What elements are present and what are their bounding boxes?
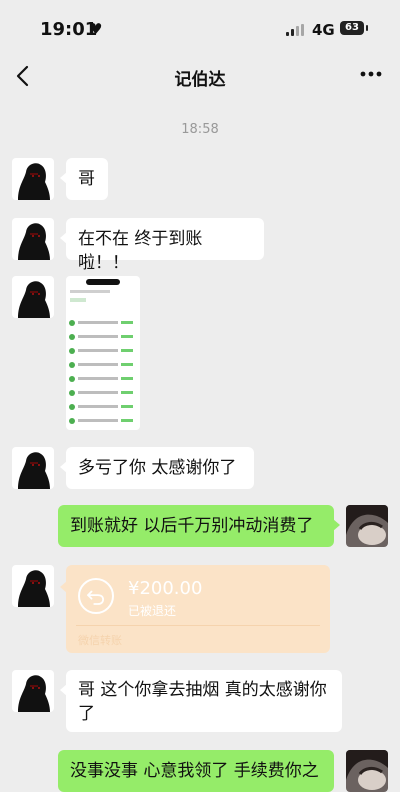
screenshot-row — [69, 346, 137, 356]
message-text: 哥 — [78, 169, 95, 189]
chat-timestamp: 18:58 — [181, 122, 219, 137]
transfer-status: 已被退还 — [128, 604, 177, 618]
message-bubble: 哥 这个你拿去抽烟 真的太感谢你了 — [60, 670, 342, 732]
contact-avatar[interactable] — [12, 670, 54, 712]
status-bar: 19:01 ♥ 4G 63 — [0, 0, 400, 52]
screenshot-row — [69, 332, 137, 342]
transfer-divider — [76, 625, 320, 626]
message-text: 多亏了你 太感谢你了 — [78, 458, 237, 478]
screenshot-row — [69, 402, 137, 412]
signal-icon — [286, 24, 306, 36]
message-text: 在不在 终于到账啦！！ — [78, 229, 203, 273]
transfer-return-icon — [78, 578, 114, 614]
message-text: 哥 这个你拿去抽烟 真的太感谢你了 — [78, 680, 327, 724]
battery-cap — [366, 25, 368, 31]
screenshot-tab — [70, 298, 86, 302]
contact-avatar[interactable] — [12, 276, 54, 318]
screenshot-row — [69, 360, 137, 370]
message-text: 没事没事 心意我领了 手续费你之 — [70, 761, 319, 781]
image-message[interactable] — [66, 276, 140, 430]
network-label: 4G — [312, 21, 335, 39]
screenshot-row — [69, 416, 137, 426]
message-bubble: 哥 — [60, 158, 108, 200]
contact-avatar[interactable] — [12, 218, 54, 260]
self-avatar[interactable] — [346, 750, 388, 792]
message-bubble: 在不在 终于到账啦！！ — [60, 218, 264, 273]
transfer-brand: 微信转账 — [78, 634, 122, 647]
message-bubble-self: 到账就好 以后千万别冲动消费了 — [58, 505, 340, 547]
more-dots-icon[interactable] — [356, 62, 386, 86]
screenshot-row — [69, 374, 137, 384]
message-bubble-self: 没事没事 心意我领了 手续费你之 — [58, 750, 334, 792]
heart-icon: ♥ — [89, 20, 103, 38]
screenshot-header — [70, 290, 110, 293]
screenshot-notch — [86, 279, 120, 285]
chat-title: 记伯达 — [174, 70, 226, 90]
contact-avatar[interactable] — [12, 447, 54, 489]
self-avatar[interactable] — [346, 505, 388, 547]
message-text: 到账就好 以后千万别冲动消费了 — [70, 516, 314, 536]
nav-bar: 记伯达 — [0, 52, 400, 100]
screenshot-row — [69, 388, 137, 398]
transfer-amount: ¥200.00 — [128, 578, 203, 599]
message-bubble: 多亏了你 太感谢你了 — [60, 447, 254, 489]
screenshot-row — [69, 318, 137, 328]
contact-avatar[interactable] — [12, 565, 54, 607]
battery-icon: 63 — [340, 21, 364, 35]
contact-avatar[interactable] — [12, 158, 54, 200]
transfer-card[interactable]: ¥200.00 已被退还 微信转账 — [60, 565, 330, 653]
